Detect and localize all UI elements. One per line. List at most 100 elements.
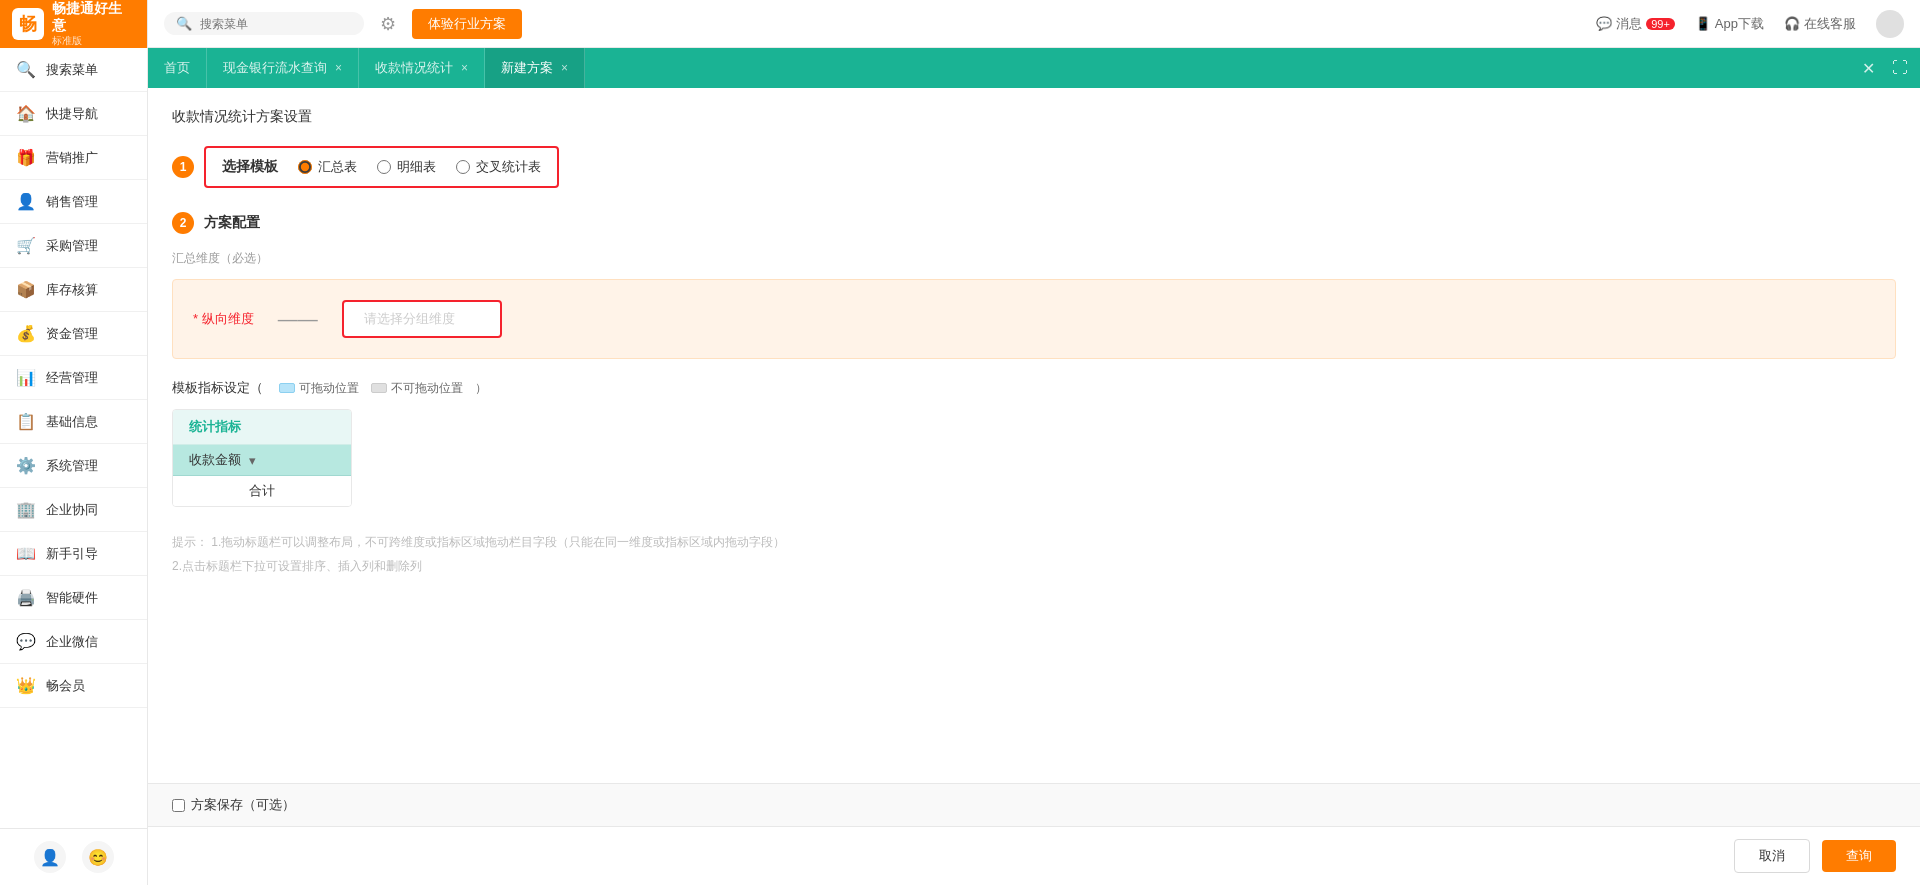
step2-header: 2 方案配置	[172, 212, 1896, 234]
message-btn[interactable]: 💬 消息 99+	[1596, 15, 1675, 33]
sidebar-item-basic-info[interactable]: 📋 基础信息	[0, 400, 147, 444]
tab-home[interactable]: 首页	[148, 48, 207, 88]
tab-receipt-stats[interactable]: 收款情况统计 ×	[359, 48, 485, 88]
close-window-btn[interactable]: ✕	[1856, 56, 1880, 80]
sidebar-item-search-menu[interactable]: 🔍 搜索菜单	[0, 48, 147, 92]
search-input[interactable]	[200, 17, 340, 31]
user-avatar[interactable]	[1876, 10, 1904, 38]
save-plan-input[interactable]	[172, 799, 185, 812]
content-area: 收款情况统计方案设置 1 选择模板 汇总表	[148, 88, 1920, 885]
sidebar-item-beginner[interactable]: 📖 新手引导	[0, 532, 147, 576]
sidebar-item-purchase[interactable]: 🛒 采购管理	[0, 224, 147, 268]
legend-non-draggable-label: 不可拖动位置	[391, 380, 463, 397]
user-icon: 👤	[16, 192, 36, 211]
sidebar-item-label: 智能硬件	[46, 589, 98, 607]
tip1: 提示： 1.拖动标题栏可以调整布局，不可跨维度或指标区域拖动栏目字段（只能在同一…	[172, 530, 1896, 554]
tabbar: 首页 现金银行流水查询 × 收款情况统计 × 新建方案 × ✕ ⛶	[148, 48, 1920, 88]
radio-cross-input[interactable]	[456, 160, 470, 174]
step2-label: 方案配置	[204, 214, 260, 232]
message-icon: 💬	[1596, 16, 1612, 31]
tab-new-plan[interactable]: 新建方案 ×	[485, 48, 585, 88]
sidebar-item-enterprise-collab[interactable]: 🏢 企业协同	[0, 488, 147, 532]
building-icon: 🏢	[16, 500, 36, 519]
online-service-btn[interactable]: 🎧 在线客服	[1784, 15, 1856, 33]
legend-non-draggable-box	[371, 383, 387, 393]
sidebar-item-marketing[interactable]: 🎁 营销推广	[0, 136, 147, 180]
sidebar-item-quick-nav[interactable]: 🏠 快捷导航	[0, 92, 147, 136]
sidebar-item-label: 销售管理	[46, 193, 98, 211]
sidebar-item-operations[interactable]: 📊 经营管理	[0, 356, 147, 400]
save-plan-label: 方案保存（可选）	[191, 796, 295, 814]
sidebar-item-label: 营销推广	[46, 149, 98, 167]
indicator-subtotal: 合计	[173, 476, 351, 506]
book-icon: 📖	[16, 544, 36, 563]
search-box[interactable]: 🔍	[164, 12, 364, 35]
sidebar-item-system[interactable]: ⚙️ 系统管理	[0, 444, 147, 488]
sidebar-item-label: 企业微信	[46, 633, 98, 651]
tab-bank-flow[interactable]: 现金银行流水查询 ×	[207, 48, 359, 88]
industry-btn[interactable]: 体验行业方案	[412, 9, 522, 39]
tab-bank-flow-label: 现金银行流水查询	[223, 59, 327, 77]
dimension-title: 汇总维度（必选）	[172, 250, 1896, 267]
sidebar-item-hardware[interactable]: 🖨️ 智能硬件	[0, 576, 147, 620]
sidebar-item-sales[interactable]: 👤 销售管理	[0, 180, 147, 224]
radio-detail[interactable]: 明细表	[377, 158, 436, 176]
query-button[interactable]: 查询	[1822, 840, 1896, 872]
indicator-section: 模板指标设定（ 可拖动位置 不可拖动位置 ）	[172, 379, 1896, 510]
page-content: 收款情况统计方案设置 1 选择模板 汇总表	[148, 88, 1920, 783]
legend-draggable-label: 可拖动位置	[299, 380, 359, 397]
dimension-area: 纵向维度 —— 请选择分组维度	[172, 279, 1896, 359]
cancel-button[interactable]: 取消	[1734, 839, 1810, 873]
step1-label: 选择模板	[222, 158, 278, 176]
tab-bank-flow-close[interactable]: ×	[335, 62, 342, 74]
app-download-btn[interactable]: 📱 App下载	[1695, 15, 1764, 33]
indicator-table-header: 统计指标	[173, 410, 351, 445]
maximize-window-btn[interactable]: ⛶	[1888, 56, 1912, 80]
indicator-dropdown-icon[interactable]: ▾	[249, 453, 256, 468]
sidebar-item-member[interactable]: 👑 畅会员	[0, 664, 147, 708]
radio-cross[interactable]: 交叉统计表	[456, 158, 541, 176]
legend-draggable: 可拖动位置	[279, 380, 359, 397]
tab-receipt-stats-close[interactable]: ×	[461, 62, 468, 74]
page-title: 收款情况统计方案设置	[172, 108, 1896, 126]
save-plan-checkbox[interactable]: 方案保存（可选）	[172, 796, 295, 814]
radio-detail-input[interactable]	[377, 160, 391, 174]
radio-summary-label: 汇总表	[318, 158, 357, 176]
chat-icon: 💬	[16, 632, 36, 651]
indicator-title: 模板指标设定（	[172, 379, 263, 397]
sidebar: 畅 畅捷通好生意 标准版 🔍 搜索菜单 🏠 快捷导航 🎁 营销推广 👤 销售管理…	[0, 0, 148, 885]
topbar-right: 💬 消息 99+ 📱 App下载 🎧 在线客服	[1596, 10, 1904, 38]
step1-section: 1 选择模板 汇总表 明细表	[172, 146, 1896, 188]
legend-non-draggable: 不可拖动位置	[371, 380, 463, 397]
step1-num: 1	[172, 156, 194, 178]
topbar: 🔍 ⚙ 体验行业方案 💬 消息 99+ 📱 App下载 🎧 在线客服	[148, 0, 1920, 48]
vertical-dim-label: 纵向维度	[193, 310, 254, 328]
money-icon: 💰	[16, 324, 36, 343]
sidebar-item-label: 系统管理	[46, 457, 98, 475]
tips-section: 提示： 1.拖动标题栏可以调整布局，不可跨维度或指标区域拖动栏目字段（只能在同一…	[172, 530, 1896, 578]
sidebar-item-inventory[interactable]: 📦 库存核算	[0, 268, 147, 312]
sidebar-avatar-1[interactable]: 👤	[34, 841, 66, 873]
sidebar-item-label: 快捷导航	[46, 105, 98, 123]
indicator-row-amount[interactable]: 收款金额 ▾	[173, 445, 351, 476]
radio-summary-input[interactable]	[298, 160, 312, 174]
step2-section: 2 方案配置 汇总维度（必选） 纵向维度 —— 请选择分组维度	[172, 212, 1896, 578]
sidebar-logo: 畅 畅捷通好生意 标准版	[0, 0, 147, 48]
search-menu-icon: 🔍	[16, 60, 36, 79]
sidebar-item-capital[interactable]: 💰 资金管理	[0, 312, 147, 356]
footer-section: 方案保存（可选）	[148, 783, 1920, 826]
logo-text-area: 畅捷通好生意 标准版	[52, 0, 135, 48]
sidebar-item-label: 搜索菜单	[46, 61, 98, 79]
dim-select[interactable]: 请选择分组维度	[342, 300, 502, 338]
logo-badge: 标准版	[52, 34, 135, 48]
settings-icon[interactable]: ⚙	[380, 13, 396, 35]
sidebar-item-wechat[interactable]: 💬 企业微信	[0, 620, 147, 664]
tabbar-controls: ✕ ⛶	[1848, 48, 1920, 88]
sidebar-avatar-2[interactable]: 😊	[82, 841, 114, 873]
tab-receipt-stats-label: 收款情况统计	[375, 59, 453, 77]
tab-new-plan-close[interactable]: ×	[561, 62, 568, 74]
radio-summary[interactable]: 汇总表	[298, 158, 357, 176]
sidebar-item-label: 畅会员	[46, 677, 85, 695]
app-download-label: App下载	[1715, 15, 1764, 33]
cart-icon: 🛒	[16, 236, 36, 255]
